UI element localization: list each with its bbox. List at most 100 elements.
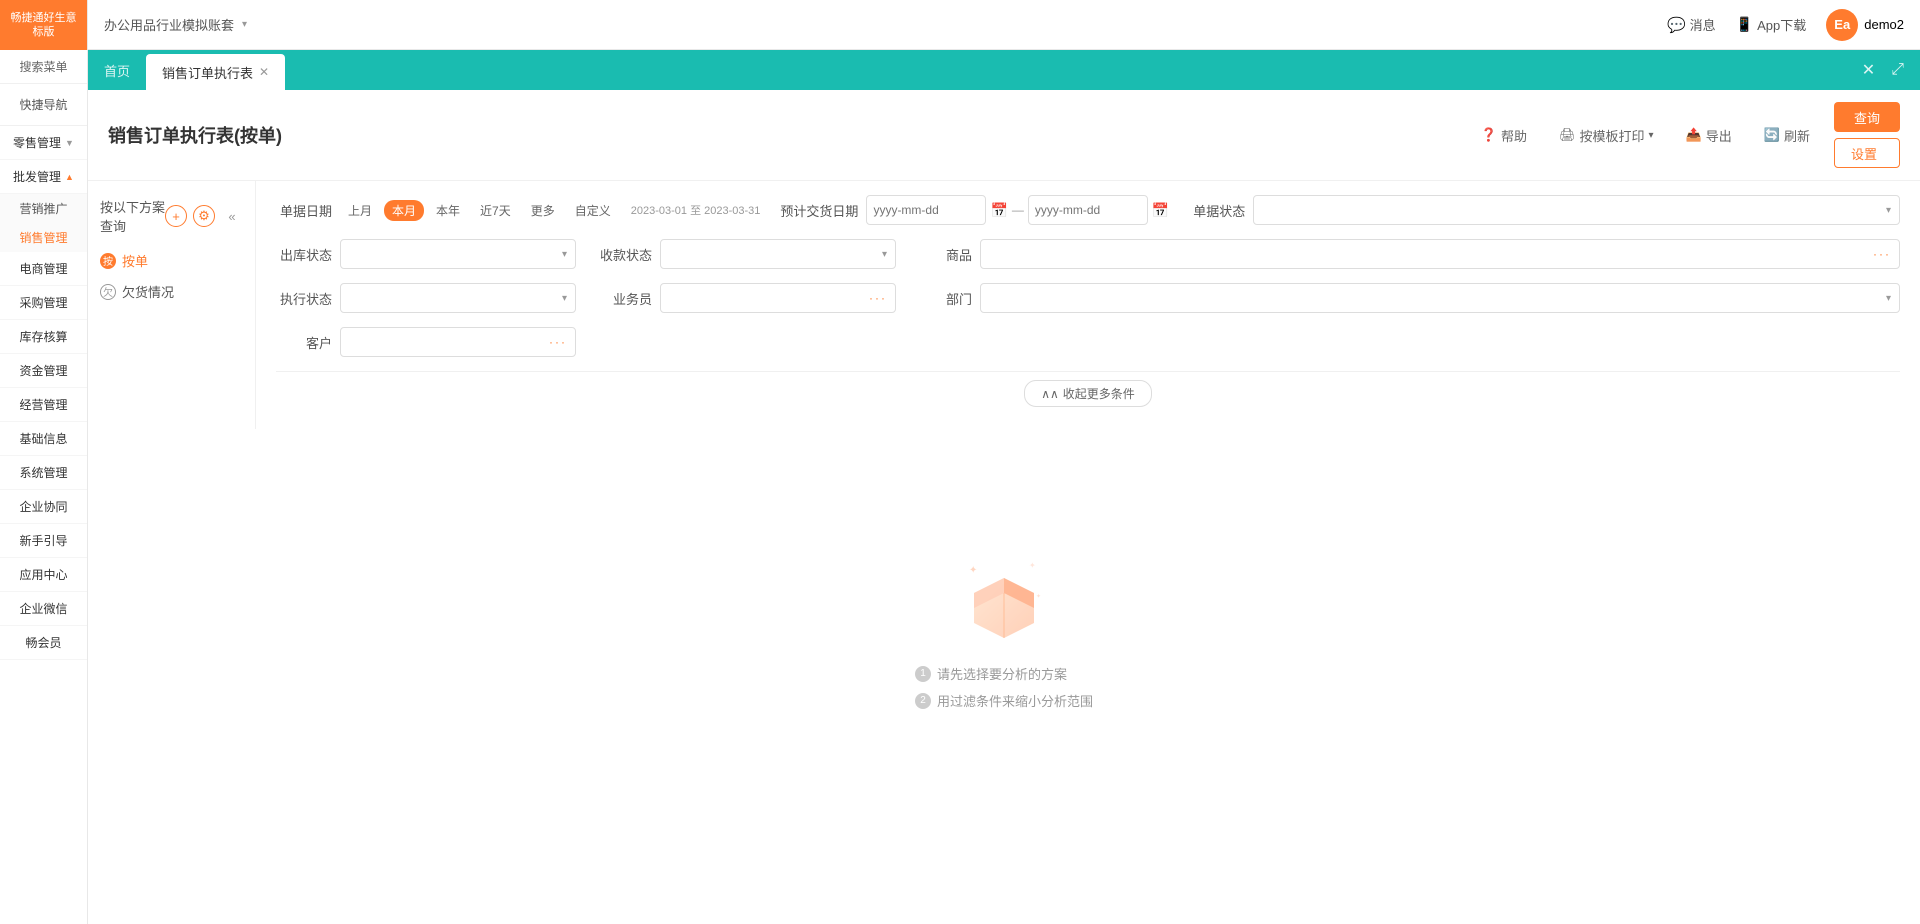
sidebar-item-marketing[interactable]: 营销推广 — [0, 194, 87, 223]
scheme-label-欠货: 欠货情况 — [122, 282, 174, 301]
topbar: 办公用品行业模拟账套 ▾ 💬 消息 📱 App下载 Ea demo2 — [88, 0, 1920, 50]
date-tab-custom[interactable]: 自定义 — [567, 200, 619, 221]
filter-sidebar: 按以下方案查询 + ⚙ « — [88, 181, 256, 429]
app-download-action[interactable]: 📱 App下载 — [1736, 15, 1807, 34]
empty-illustration: ✦ ✦ ✦ — [954, 548, 1054, 648]
page-inner: 销售订单执行表(按单) ❓ 帮助 🖨 按模板打印 ▾ 📤 导出 — [88, 90, 1920, 924]
sidebar-item-corpwechat[interactable]: 企业微信 — [0, 592, 87, 626]
scheme-item-按单[interactable]: 按 按单 — [88, 245, 255, 276]
empty-tip-2: 2 用过滤条件来缩小分析范围 — [915, 691, 1093, 710]
add-scheme-icon[interactable]: + — [165, 205, 187, 227]
topbar-left: 办公用品行业模拟账套 ▾ — [104, 15, 247, 34]
tab-sales-exec[interactable]: 销售订单执行表 ✕ — [146, 54, 285, 90]
sidebar-item-sales[interactable]: 销售管理 — [0, 223, 87, 252]
goods-select[interactable]: ··· — [980, 239, 1900, 269]
sidebar-search[interactable]: 搜索菜单 — [0, 50, 87, 84]
user-menu[interactable]: Ea demo2 — [1826, 9, 1904, 41]
query-label: 查询 — [1854, 108, 1880, 127]
message-label: 消息 — [1690, 15, 1716, 34]
main-panel: 办公用品行业模拟账套 ▾ 💬 消息 📱 App下载 Ea demo2 首页 — [88, 0, 1920, 924]
status-label: 单据状态 — [1189, 201, 1245, 220]
date-label: 单据日期 — [276, 201, 332, 220]
status-select[interactable]: ▾ — [1253, 195, 1900, 225]
page-header: 销售订单执行表(按单) ❓ 帮助 🖨 按模板打印 ▾ 📤 导出 — [88, 90, 1920, 181]
sidebar-item-purchase[interactable]: 采购管理 — [0, 286, 87, 320]
header-actions: ❓ 帮助 🖨 按模板打印 ▾ 📤 导出 🔄 刷新 — [1473, 102, 1900, 168]
tab-home[interactable]: 首页 — [88, 50, 146, 90]
help-icon: ❓ — [1481, 127, 1497, 143]
message-icon: 💬 — [1667, 16, 1686, 34]
date-tab-thisyear[interactable]: 本年 — [428, 200, 468, 221]
date-tab-lastmonth[interactable]: 上月 — [340, 200, 380, 221]
svg-text:✦: ✦ — [1036, 593, 1041, 600]
sidebar-item-basic[interactable]: 基础信息 — [0, 422, 87, 456]
sidebar-item-operations[interactable]: 经营管理 — [0, 388, 87, 422]
collect-status-dropdown-icon: ▾ — [882, 249, 887, 260]
message-action[interactable]: 💬 消息 — [1667, 15, 1716, 34]
customer-select[interactable]: ··· — [340, 327, 576, 357]
collapse-button[interactable]: ∧∧ 收起更多条件 — [1024, 380, 1152, 407]
dept-select[interactable]: ▾ — [980, 283, 1900, 313]
scheme-dot-filled: 按 — [100, 253, 116, 269]
scheme-label-按单: 按单 — [122, 251, 148, 270]
date-tab-thismonth[interactable]: 本月 — [384, 200, 424, 221]
date-end-calendar-icon[interactable]: 📅 — [1152, 202, 1169, 219]
scheme-item-欠货[interactable]: 欠 欠货情况 — [88, 276, 255, 307]
date-start-calendar-icon[interactable]: 📅 — [990, 202, 1007, 219]
sidebar-item-retail[interactable]: 零售管理 ▼ — [0, 126, 87, 160]
date-tab-more[interactable]: 更多 — [523, 200, 563, 221]
export-button[interactable]: 📤 导出 — [1678, 122, 1740, 149]
sidebar-item-finance[interactable]: 资金管理 — [0, 354, 87, 388]
date-tab-7days[interactable]: 近7天 — [472, 200, 519, 221]
ship-status-select[interactable]: ▾ — [340, 239, 576, 269]
expected-date-end[interactable] — [1028, 195, 1148, 225]
sidebar-item-ecommerce[interactable]: 电商管理 — [0, 252, 87, 286]
ship-status-field: 出库状态 ▾ — [276, 239, 576, 269]
filter-row-2: 出库状态 ▾ 收款状态 ▾ — [276, 239, 1900, 269]
breadcrumb: 办公用品行业模拟账套 — [104, 15, 234, 34]
help-label: 帮助 — [1501, 126, 1527, 145]
filter-form: 单据日期 上月 本月 本年 近7天 更多 自定义 2023-03-01 至 20… — [256, 181, 1920, 429]
page-title: 销售订单执行表(按单) — [108, 122, 282, 148]
tab-close-icon[interactable]: ✕ — [259, 65, 269, 79]
collapse-up-icon: ∧∧ — [1041, 387, 1059, 401]
sidebar-item-inventory[interactable]: 库存核算 — [0, 320, 87, 354]
customer-more-icon[interactable]: ··· — [549, 335, 567, 349]
customer-field: 客户 ··· — [276, 327, 576, 357]
salesperson-select[interactable]: ··· — [660, 283, 896, 313]
query-button[interactable]: 查询 — [1834, 102, 1900, 132]
expected-date-start[interactable] — [866, 195, 986, 225]
setting-button[interactable]: 设置 — [1834, 138, 1900, 168]
date-field: 单据日期 上月 本月 本年 近7天 更多 自定义 2023-03-01 至 20… — [276, 200, 760, 221]
sidebar-item-system[interactable]: 系统管理 — [0, 456, 87, 490]
filter-sidebar-actions: + ⚙ « — [165, 205, 243, 227]
username: demo2 — [1864, 17, 1904, 32]
sidebar-item-appcenter[interactable]: 应用中心 — [0, 558, 87, 592]
print-button[interactable]: 🖨 按模板打印 ▾ — [1551, 122, 1662, 149]
sidebar: 畅捷通好生意 标版 搜索菜单 快捷导航 零售管理 ▼ 批发管理 ▲ 营销推广 销… — [0, 0, 88, 924]
collapse-sidebar-icon[interactable]: « — [221, 205, 243, 227]
sidebar-item-member[interactable]: 畅会员 — [0, 626, 87, 660]
sidebar-item-quicknav[interactable]: 快捷导航 — [0, 90, 87, 119]
sidebar-item-wholesale[interactable]: 批发管理 ▲ — [0, 160, 87, 194]
settings-scheme-icon[interactable]: ⚙ — [193, 205, 215, 227]
filter-sidebar-header: 按以下方案查询 + ⚙ « — [88, 193, 255, 239]
collect-status-select[interactable]: ▾ — [660, 239, 896, 269]
help-button[interactable]: ❓ 帮助 — [1473, 122, 1535, 149]
tab-expand-icon[interactable]: ⤢ — [1887, 57, 1908, 83]
refresh-button[interactable]: 🔄 刷新 — [1756, 122, 1818, 149]
goods-more-icon[interactable]: ··· — [1873, 247, 1891, 261]
tab-close-window-icon[interactable]: ✕ — [1858, 56, 1879, 84]
export-icon: 📤 — [1686, 127, 1702, 143]
tip-text-1: 请先选择要分析的方案 — [937, 664, 1067, 683]
exec-status-select[interactable]: ▾ — [340, 283, 576, 313]
filter-sidebar-title: 按以下方案查询 — [100, 197, 165, 235]
svg-text:✦: ✦ — [969, 565, 977, 576]
breadcrumb-dropdown-icon[interactable]: ▾ — [242, 19, 247, 30]
sidebar-item-newuser[interactable]: 新手引导 — [0, 524, 87, 558]
ship-status-label: 出库状态 — [276, 245, 332, 264]
tip-text-2: 用过滤条件来缩小分析范围 — [937, 691, 1093, 710]
salesperson-more-icon[interactable]: ··· — [869, 291, 887, 305]
query-setting-group: 查询 设置 — [1834, 102, 1900, 168]
sidebar-item-enterprise[interactable]: 企业协同 — [0, 490, 87, 524]
